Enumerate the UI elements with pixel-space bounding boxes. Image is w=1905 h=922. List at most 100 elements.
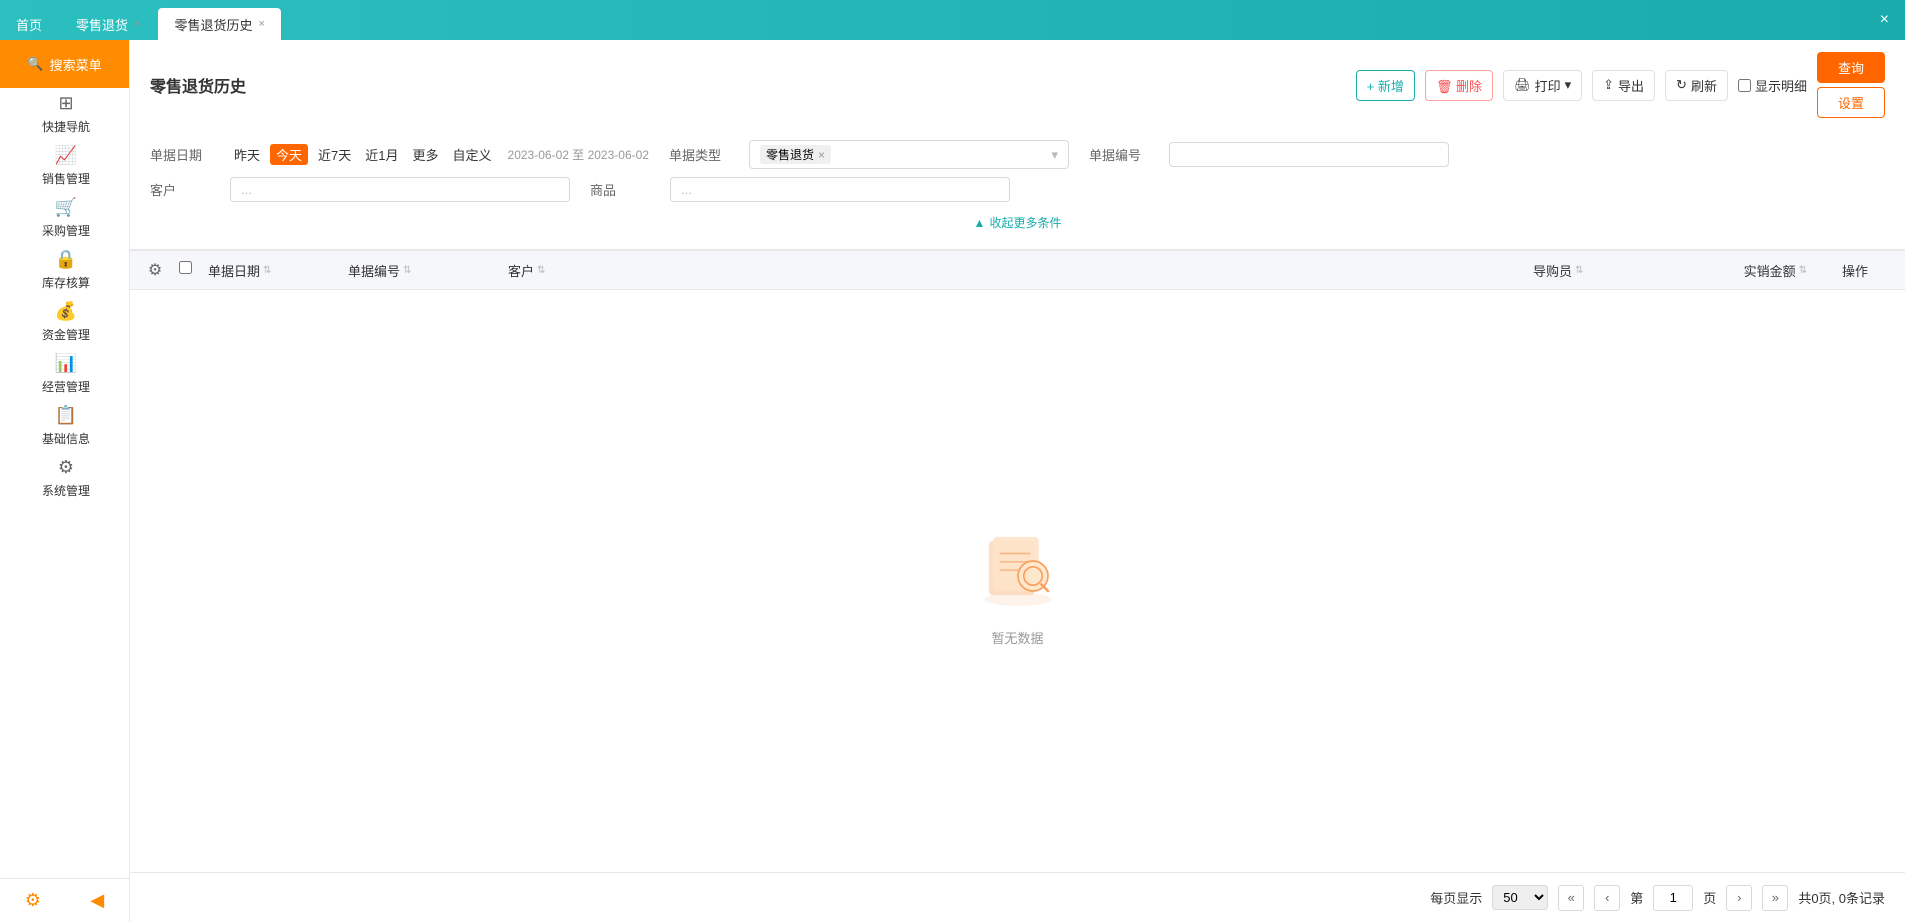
pagination-bar: 每页显示 50 20 100 « ‹ 第 页 › » 共0页, 0条记录 (130, 872, 1905, 922)
page-prev-button[interactable]: ‹ (1594, 885, 1620, 911)
sidebar-item-basic-info-label: 基础信息 (42, 430, 90, 447)
th-amount-label: 实销金额 (1744, 261, 1796, 280)
th-guide[interactable]: 导购员 ⇅ (1525, 261, 1675, 280)
window-close-button[interactable]: × (1880, 11, 1889, 29)
filter-row-customer: 客户 ... 商品 ... (150, 177, 1885, 202)
tab-retail-return[interactable]: 零售退货 × (60, 8, 156, 40)
goods-label: 商品 (590, 180, 650, 199)
table-select-all-checkbox[interactable] (170, 261, 200, 279)
voucher-type-label: 单据类型 (669, 145, 729, 164)
refresh-label: 刷新 (1691, 76, 1717, 95)
collapse-sidebar-icon[interactable]: ◀ (90, 890, 104, 911)
sidebar-item-quick-nav-label: 快捷导航 (42, 118, 90, 135)
tab-home-label: 首页 (16, 15, 42, 34)
inventory-icon: 🔒 (55, 249, 77, 270)
sidebar-item-sales-mgmt[interactable]: 📈 销售管理 (0, 140, 129, 192)
export-button[interactable]: ⇪ 导出 (1592, 70, 1655, 101)
page-last-button[interactable]: » (1762, 885, 1788, 911)
tab-retail-return-label: 零售退货 (76, 15, 128, 34)
sidebar-item-system-mgmt[interactable]: ⚙ 系统管理 (0, 452, 129, 504)
date-opt-7days[interactable]: 近7天 (314, 144, 355, 165)
search-icon: 🔍 (27, 56, 43, 72)
th-customer-label: 客户 (508, 261, 534, 280)
collapse-filter-bar[interactable]: ▲ 收起更多条件 (150, 210, 1885, 239)
date-opt-1month[interactable]: 近1月 (361, 144, 402, 165)
sidebar-item-basic-info[interactable]: 📋 基础信息 (0, 400, 129, 452)
page-suffix: 页 (1703, 888, 1716, 907)
date-opt-today[interactable]: 今天 (270, 144, 308, 165)
th-date[interactable]: 单据日期 ⇅ (200, 261, 340, 280)
tab-home[interactable]: 首页 (0, 8, 58, 40)
display-detail-label: 显示明细 (1755, 76, 1807, 95)
sidebar-item-inventory-label: 库存核算 (42, 274, 90, 291)
th-customer[interactable]: 客户 ⇅ (500, 261, 1525, 280)
th-date-label: 单据日期 (208, 261, 260, 280)
total-pages-text: 共0页, 0条记录 (1798, 888, 1885, 907)
sidebar-item-quick-nav[interactable]: ⊞ 快捷导航 (0, 88, 129, 140)
table-body: 暂无数据 (130, 290, 1905, 872)
date-range-display: 2023-06-02 至 2023-06-02 (508, 146, 649, 163)
filter-row-date: 单据日期 昨天 今天 近7天 近1月 更多 自定义 2023-06-02 至 2… (150, 140, 1885, 169)
table-settings-icon[interactable]: ⚙ (140, 260, 170, 280)
sidebar-item-system-mgmt-label: 系统管理 (42, 482, 90, 499)
empty-state-icon (968, 516, 1068, 616)
th-guide-label: 导购员 (1533, 261, 1572, 280)
table-section: ⚙ 单据日期 ⇅ 单据编号 ⇅ 客户 ⇅ 导购员 ⇅ (130, 250, 1905, 922)
page-number-input[interactable] (1653, 885, 1693, 911)
sales-mgmt-icon: 📈 (55, 145, 77, 166)
refresh-button[interactable]: ↻ 刷新 (1665, 70, 1728, 101)
tab-retail-return-history-close[interactable]: × (258, 18, 264, 30)
tab-retail-return-close[interactable]: × (134, 18, 140, 30)
display-detail-checkbox[interactable] (1738, 79, 1751, 92)
purchase-mgmt-icon: 🛒 (55, 197, 77, 218)
search-menu-button[interactable]: 🔍 搜索菜单 (0, 40, 129, 88)
tab-retail-return-history[interactable]: 零售退货历史 × (158, 8, 280, 40)
page-title-row: 零售退货历史 + 新增 🗑 删除 🖨 打印 ▾ ⇪ 导出 ↻ (150, 52, 1885, 118)
sidebar-item-finance[interactable]: 💰 资金管理 (0, 296, 129, 348)
voucher-no-input[interactable] (1169, 142, 1449, 167)
goods-select[interactable]: ... (670, 177, 1010, 202)
query-button[interactable]: 查询 (1817, 52, 1885, 83)
finance-icon: 💰 (55, 301, 77, 322)
search-menu-label: 搜索菜单 (50, 55, 102, 74)
filter-area: 单据日期 昨天 今天 近7天 近1月 更多 自定义 2023-06-02 至 2… (150, 130, 1885, 249)
page-label: 第 (1630, 888, 1643, 907)
sidebar-item-purchase-mgmt-label: 采购管理 (42, 222, 90, 239)
top-bar-right: × (1880, 11, 1905, 29)
top-bar: 首页 零售退货 × 零售退货历史 × × (0, 0, 1905, 40)
voucher-type-remove-icon[interactable]: × (818, 148, 825, 162)
customer-select[interactable]: ... (230, 177, 570, 202)
sidebar-item-purchase-mgmt[interactable]: 🛒 采购管理 (0, 192, 129, 244)
per-page-select[interactable]: 50 20 100 (1492, 885, 1548, 910)
settings-bottom-icon[interactable]: ⚙ (25, 890, 41, 911)
sidebar-item-inventory[interactable]: 🔒 库存核算 (0, 244, 129, 296)
page-next-button[interactable]: › (1726, 885, 1752, 911)
page-header: 零售退货历史 + 新增 🗑 删除 🖨 打印 ▾ ⇪ 导出 ↻ (130, 40, 1905, 250)
th-amount[interactable]: 实销金额 ⇅ (1675, 261, 1815, 280)
sidebar-item-operations[interactable]: 📊 经营管理 (0, 348, 129, 400)
print-icon: 🖨 (1514, 77, 1531, 93)
new-button[interactable]: + 新增 (1356, 70, 1415, 101)
content-area: 零售退货历史 + 新增 🗑 删除 🖨 打印 ▾ ⇪ 导出 ↻ (130, 40, 1905, 922)
date-opt-more[interactable]: 更多 (409, 144, 443, 165)
th-customer-sort-icon: ⇅ (537, 265, 545, 276)
sidebar-item-finance-label: 资金管理 (42, 326, 90, 343)
date-opt-yesterday[interactable]: 昨天 (230, 144, 264, 165)
date-opt-custom[interactable]: 自定义 (449, 144, 496, 165)
display-toggle[interactable]: 显示明细 (1738, 76, 1807, 95)
delete-button[interactable]: 🗑 删除 (1425, 70, 1493, 101)
empty-text: 暂无数据 (991, 628, 1043, 647)
table-header: ⚙ 单据日期 ⇅ 单据编号 ⇅ 客户 ⇅ 导购员 ⇅ (130, 250, 1905, 290)
print-label: 打印 (1535, 76, 1561, 95)
print-button[interactable]: 🖨 打印 ▾ (1503, 70, 1582, 101)
sidebar-item-operations-label: 经营管理 (42, 378, 90, 395)
th-amount-sort-icon: ⇅ (1799, 265, 1807, 276)
th-action: 操作 (1815, 261, 1895, 280)
collapse-up-icon: ▲ (974, 216, 986, 230)
page-first-button[interactable]: « (1558, 885, 1584, 911)
th-voucher-no[interactable]: 单据编号 ⇅ (340, 261, 500, 280)
settings-button[interactable]: 设置 (1817, 87, 1885, 118)
th-guide-sort-icon: ⇅ (1575, 265, 1583, 276)
voucher-type-select[interactable]: 零售退货 × ▾ (749, 140, 1069, 169)
voucher-type-value: 零售退货 (766, 146, 814, 163)
